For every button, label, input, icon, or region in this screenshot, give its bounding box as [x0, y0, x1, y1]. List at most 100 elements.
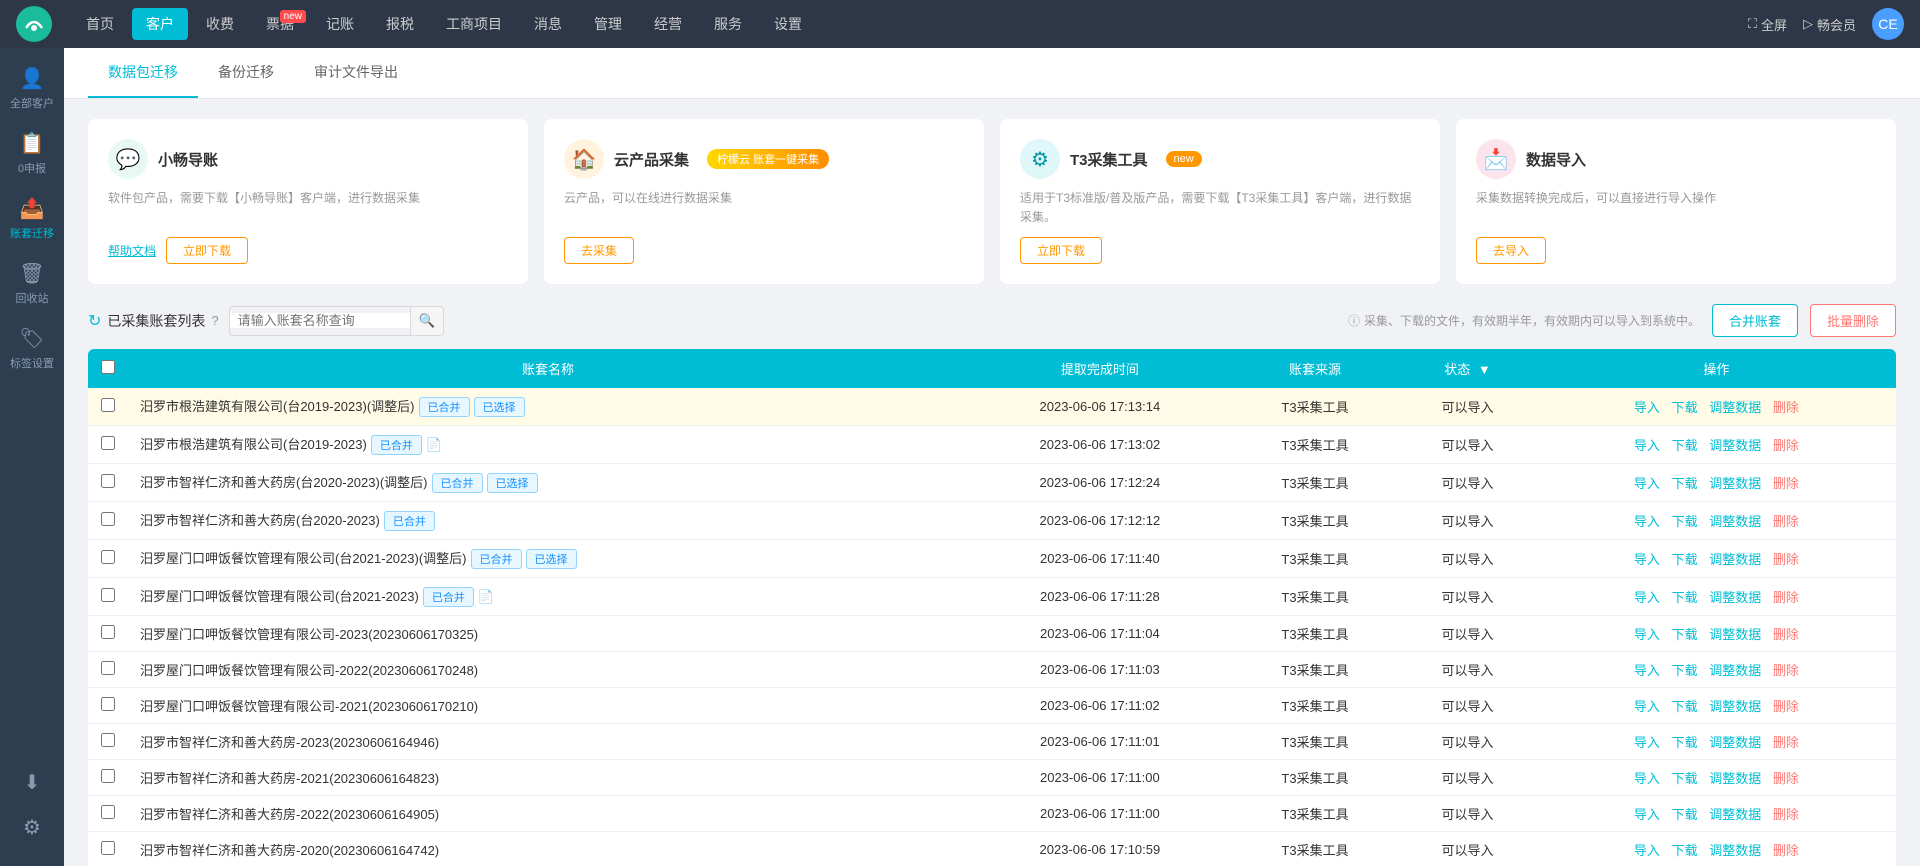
select-all-checkbox[interactable] — [101, 360, 115, 374]
download-link[interactable]: 下载 — [1672, 627, 1698, 642]
nav-manage[interactable]: 管理 — [580, 8, 636, 40]
member-btn[interactable]: ▷ 畅会员 — [1803, 15, 1856, 34]
row-checkbox[interactable] — [101, 769, 115, 783]
download-link[interactable]: 下载 — [1672, 590, 1698, 605]
import-link[interactable]: 导入 — [1634, 843, 1660, 858]
download-link[interactable]: 下载 — [1672, 552, 1698, 567]
adjust-link[interactable]: 调整数据 — [1709, 735, 1761, 750]
import-link[interactable]: 导入 — [1634, 552, 1660, 567]
download-link[interactable]: 下载 — [1672, 807, 1698, 822]
import-link[interactable]: 导入 — [1634, 476, 1660, 491]
import-btn-shujudaoru[interactable]: 去导入 — [1476, 237, 1546, 264]
delete-link[interactable]: 删除 — [1773, 514, 1799, 529]
adjust-link[interactable]: 调整数据 — [1709, 438, 1761, 453]
batch-delete-button[interactable]: 批量删除 — [1810, 304, 1896, 337]
refresh-icon[interactable]: ↻ — [88, 311, 101, 331]
nav-billing[interactable]: 收费 — [192, 8, 248, 40]
adjust-link[interactable]: 调整数据 — [1709, 771, 1761, 786]
file-icon[interactable]: 📄 — [478, 589, 494, 604]
download-btn-t3caiji[interactable]: 立即下载 — [1020, 237, 1102, 264]
import-link[interactable]: 导入 — [1634, 771, 1660, 786]
download-link[interactable]: 下载 — [1672, 400, 1698, 415]
adjust-link[interactable]: 调整数据 — [1709, 663, 1761, 678]
adjust-link[interactable]: 调整数据 — [1709, 552, 1761, 567]
sidebar-item-download[interactable]: ⬇ — [19, 760, 45, 805]
nav-industry[interactable]: 工商项目 — [432, 8, 516, 40]
sidebar-item-account-migration[interactable]: 📤 账套迁移 — [0, 186, 64, 251]
download-link[interactable]: 下载 — [1672, 771, 1698, 786]
adjust-link[interactable]: 调整数据 — [1709, 514, 1761, 529]
nav-bookkeeping[interactable]: 记账 — [312, 8, 368, 40]
delete-link[interactable]: 删除 — [1773, 699, 1799, 714]
sidebar-item-tag-settings[interactable]: 🏷 标签设置 — [0, 316, 64, 381]
row-checkbox[interactable] — [101, 550, 115, 564]
sidebar-item-recycle[interactable]: 🗑 回收站 — [0, 251, 64, 316]
delete-link[interactable]: 删除 — [1773, 552, 1799, 567]
adjust-link[interactable]: 调整数据 — [1709, 590, 1761, 605]
import-link[interactable]: 导入 — [1634, 400, 1660, 415]
adjust-link[interactable]: 调整数据 — [1709, 627, 1761, 642]
tab-audit-export[interactable]: 审计文件导出 — [294, 48, 418, 98]
row-checkbox[interactable] — [101, 733, 115, 747]
sidebar-item-user-settings[interactable]: ⚙ — [19, 805, 45, 850]
merge-accounts-button[interactable]: 合并账套 — [1712, 304, 1798, 337]
file-icon[interactable]: 📄 — [426, 437, 442, 452]
sidebar-item-zero-declaration[interactable]: 📋 0申报 — [0, 121, 64, 186]
delete-link[interactable]: 删除 — [1773, 476, 1799, 491]
collect-btn-yunchanpin[interactable]: 去采集 — [564, 237, 634, 264]
adjust-link[interactable]: 调整数据 — [1709, 476, 1761, 491]
download-link[interactable]: 下载 — [1672, 735, 1698, 750]
nav-customer[interactable]: 客户 — [132, 8, 188, 40]
help-doc-link[interactable]: 帮助文档 — [108, 242, 156, 259]
row-checkbox[interactable] — [101, 512, 115, 526]
row-checkbox[interactable] — [101, 805, 115, 819]
download-link[interactable]: 下载 — [1672, 843, 1698, 858]
import-link[interactable]: 导入 — [1634, 514, 1660, 529]
import-link[interactable]: 导入 — [1634, 699, 1660, 714]
delete-link[interactable]: 删除 — [1773, 771, 1799, 786]
nav-message[interactable]: 消息 — [520, 8, 576, 40]
download-link[interactable]: 下载 — [1672, 476, 1698, 491]
delete-link[interactable]: 删除 — [1773, 590, 1799, 605]
delete-link[interactable]: 删除 — [1773, 735, 1799, 750]
row-checkbox[interactable] — [101, 625, 115, 639]
search-input[interactable] — [230, 313, 410, 328]
nav-invoice[interactable]: 票据new — [252, 8, 308, 40]
row-checkbox[interactable] — [101, 398, 115, 412]
row-checkbox[interactable] — [101, 697, 115, 711]
sidebar-item-all-customers[interactable]: 👤 全部客户 — [0, 56, 64, 121]
delete-link[interactable]: 删除 — [1773, 843, 1799, 858]
help-icon[interactable]: ? — [211, 313, 218, 328]
delete-link[interactable]: 删除 — [1773, 400, 1799, 415]
import-link[interactable]: 导入 — [1634, 590, 1660, 605]
nav-settings[interactable]: 设置 — [760, 8, 816, 40]
import-link[interactable]: 导入 — [1634, 807, 1660, 822]
row-checkbox[interactable] — [101, 436, 115, 450]
row-checkbox[interactable] — [101, 474, 115, 488]
delete-link[interactable]: 删除 — [1773, 807, 1799, 822]
download-link[interactable]: 下载 — [1672, 514, 1698, 529]
adjust-link[interactable]: 调整数据 — [1709, 400, 1761, 415]
user-avatar[interactable]: CE — [1872, 8, 1904, 40]
import-link[interactable]: 导入 — [1634, 627, 1660, 642]
adjust-link[interactable]: 调整数据 — [1709, 699, 1761, 714]
download-link[interactable]: 下载 — [1672, 438, 1698, 453]
download-link[interactable]: 下载 — [1672, 699, 1698, 714]
download-btn-xiaochangdaozhang[interactable]: 立即下载 — [166, 237, 248, 264]
tab-backup-migration[interactable]: 备份迁移 — [198, 48, 294, 98]
nav-service[interactable]: 服务 — [700, 8, 756, 40]
nav-operation[interactable]: 经营 — [640, 8, 696, 40]
download-link[interactable]: 下载 — [1672, 663, 1698, 678]
delete-link[interactable]: 删除 — [1773, 627, 1799, 642]
adjust-link[interactable]: 调整数据 — [1709, 843, 1761, 858]
import-link[interactable]: 导入 — [1634, 438, 1660, 453]
delete-link[interactable]: 删除 — [1773, 663, 1799, 678]
fullscreen-btn[interactable]: ⛶ 全屏 — [1748, 15, 1787, 34]
logo[interactable] — [16, 6, 52, 42]
tab-data-migration[interactable]: 数据包迁移 — [88, 48, 198, 98]
status-filter-icon[interactable]: ▼ — [1478, 362, 1491, 377]
import-link[interactable]: 导入 — [1634, 735, 1660, 750]
nav-home[interactable]: 首页 — [72, 8, 128, 40]
import-link[interactable]: 导入 — [1634, 663, 1660, 678]
row-checkbox[interactable] — [101, 841, 115, 855]
